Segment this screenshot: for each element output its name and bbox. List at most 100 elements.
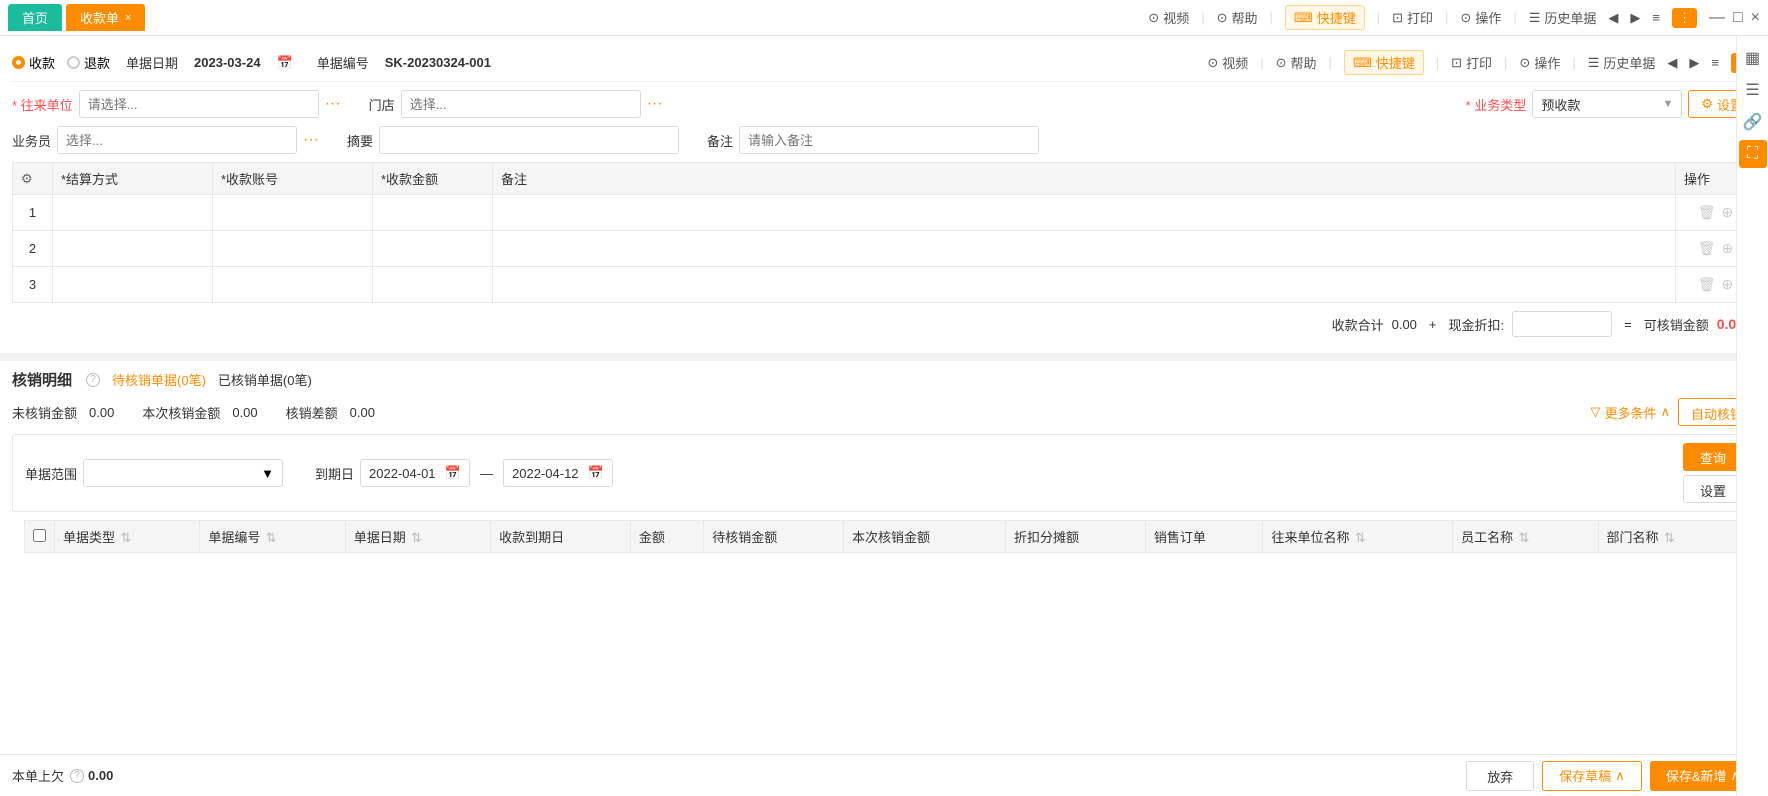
window-minimize-btn[interactable]: — bbox=[1709, 9, 1725, 27]
sort-date-icon[interactable]: ⇅ bbox=[411, 530, 422, 545]
toolbar-video[interactable]: ⊙ 视频 bbox=[1148, 8, 1189, 27]
toolbar-operation[interactable]: ⊙ 操作 bbox=[1460, 8, 1501, 27]
row-num-3: 3 bbox=[13, 267, 53, 303]
calendar-icon[interactable]: 📅 bbox=[277, 55, 293, 71]
row-copy-icon-1[interactable]: ⊕ bbox=[1722, 204, 1734, 221]
row-remark-1[interactable] bbox=[493, 195, 1676, 231]
table-settings-icon[interactable]: ⚙ bbox=[21, 171, 33, 186]
row-account-1[interactable] bbox=[213, 195, 373, 231]
shop-input[interactable] bbox=[401, 90, 641, 118]
date-to-input[interactable]: 2022-04-12 📅 bbox=[503, 459, 613, 487]
toolbar-help[interactable]: ⊙ 帮助 bbox=[1217, 8, 1258, 27]
radio-refund[interactable]: 退款 bbox=[67, 53, 110, 72]
toolbar-layout[interactable]: ≡ bbox=[1652, 10, 1660, 25]
col-header-settings[interactable]: ⚙ bbox=[13, 163, 53, 195]
verified-badge[interactable]: 已核销单据(0笔) bbox=[218, 370, 312, 389]
row-amount-1[interactable] bbox=[373, 195, 493, 231]
nav-home[interactable]: 首页 bbox=[8, 4, 62, 31]
save-draft-button[interactable]: 保存草稿 ∧ bbox=[1542, 761, 1642, 791]
more-conditions-btn[interactable]: ▽ 更多条件 ∧ bbox=[1590, 403, 1670, 422]
row-amount-3[interactable] bbox=[373, 267, 493, 303]
staff-input[interactable] bbox=[57, 126, 297, 154]
row-settle-3[interactable] bbox=[53, 267, 213, 303]
form-toolbar-history[interactable]: ☰ 历史单据 bbox=[1588, 53, 1656, 72]
abandon-button[interactable]: 放弃 bbox=[1466, 761, 1534, 791]
row-remark-2[interactable] bbox=[493, 231, 1676, 267]
shop-more-icon[interactable]: ··· bbox=[647, 95, 663, 113]
row-copy-icon-3[interactable]: ⊕ bbox=[1722, 276, 1734, 293]
row-account-3[interactable] bbox=[213, 267, 373, 303]
toolbar-prev[interactable]: ◀ bbox=[1608, 10, 1618, 26]
nav-tab-receipt[interactable]: 收款单 × bbox=[66, 4, 145, 31]
partner-more-icon[interactable]: ··· bbox=[325, 95, 341, 113]
footer-info: 本单上欠 ? 0.00 bbox=[12, 766, 113, 785]
query-button[interactable]: 查询 bbox=[1683, 443, 1743, 471]
date-from-input[interactable]: 2022-04-01 📅 bbox=[360, 459, 470, 487]
row-copy-icon-2[interactable]: ⊕ bbox=[1722, 240, 1734, 257]
window-close-btn[interactable]: × bbox=[1751, 9, 1760, 27]
right-panel-list-icon[interactable]: ☰ bbox=[1739, 76, 1767, 104]
radio-receipt[interactable]: 收款 bbox=[12, 53, 55, 72]
toolbar-next[interactable]: ▶ bbox=[1630, 10, 1640, 26]
biz-type-select[interactable]: 预收款 ▼ bbox=[1532, 90, 1682, 118]
row-delete-icon-1[interactable]: 🗑 bbox=[1698, 204, 1716, 221]
form-toolbar-shortcut[interactable]: ⌨ 快捷键 bbox=[1344, 50, 1424, 75]
row-amount-2[interactable] bbox=[373, 231, 493, 267]
plus-label: + bbox=[1429, 317, 1437, 332]
form-nav-prev[interactable]: ◀ bbox=[1667, 55, 1677, 71]
row-remark-3[interactable] bbox=[493, 267, 1676, 303]
date-label: 单据日期 bbox=[126, 53, 178, 72]
form-print-icon: ⊡ bbox=[1451, 55, 1462, 71]
staff-more-icon[interactable]: ··· bbox=[303, 131, 319, 149]
form-toolbar-print[interactable]: ⊡ 打印 bbox=[1451, 53, 1492, 72]
remark-input[interactable] bbox=[739, 126, 1039, 154]
sort-staff-icon[interactable]: ⇅ bbox=[1519, 530, 1530, 545]
filter-settings-button[interactable]: 设置 bbox=[1683, 475, 1743, 503]
settings-gear-icon: ⚙ bbox=[1701, 96, 1713, 112]
window-maximize-btn[interactable]: □ bbox=[1733, 9, 1743, 27]
sort-number-icon[interactable]: ⇅ bbox=[266, 530, 277, 545]
date-to-calendar-icon[interactable]: 📅 bbox=[588, 465, 604, 481]
current-verify-value: 0.00 bbox=[232, 405, 257, 420]
base-order-value: 0.00 bbox=[88, 768, 113, 783]
right-panel-link-icon[interactable]: 🔗 bbox=[1739, 108, 1767, 136]
right-panel-table-icon[interactable]: ▦ bbox=[1739, 44, 1767, 72]
sort-partner-icon[interactable]: ⇅ bbox=[1355, 530, 1366, 545]
form-nav-next[interactable]: ▶ bbox=[1689, 55, 1699, 71]
col-header-amount: 金额 bbox=[630, 521, 703, 553]
right-panel-screenshot-icon[interactable]: ⛶ bbox=[1739, 140, 1767, 168]
row-settle-1[interactable] bbox=[53, 195, 213, 231]
row-delete-icon-3[interactable]: 🗑 bbox=[1698, 276, 1716, 293]
range-select[interactable]: ▼ bbox=[83, 459, 283, 487]
pending-badge[interactable]: 待核销单据(0笔) bbox=[112, 370, 206, 389]
total-label: 收款合计 bbox=[1332, 315, 1384, 334]
verify-info-icon[interactable]: ? bbox=[86, 373, 100, 387]
partner-input[interactable] bbox=[79, 90, 319, 118]
form-toolbar-video[interactable]: ⊙ 视频 bbox=[1207, 53, 1248, 72]
date-from-calendar-icon[interactable]: 📅 bbox=[445, 465, 461, 481]
form-layout[interactable]: ≡ bbox=[1711, 55, 1719, 70]
form-toolbar-operation[interactable]: ⊙ 操作 bbox=[1519, 53, 1560, 72]
toolbar-print[interactable]: ⊡ 打印 bbox=[1392, 8, 1433, 27]
toolbar-history[interactable]: ☰ 历史单据 bbox=[1529, 8, 1597, 27]
sort-type-icon[interactable]: ⇅ bbox=[120, 530, 131, 545]
toolbar-more[interactable]: ⋮ bbox=[1672, 8, 1697, 28]
right-panel: ▦ ☰ 🔗 ⛶ bbox=[1736, 36, 1768, 796]
summary-input[interactable] bbox=[379, 126, 679, 154]
current-verify-label: 本次核销金额 bbox=[142, 403, 220, 422]
summary-field: 摘要 bbox=[347, 126, 679, 154]
sort-dept-icon[interactable]: ⇅ bbox=[1664, 530, 1675, 545]
col-header-date: 单据日期 ⇅ bbox=[345, 521, 490, 553]
discount-input[interactable] bbox=[1512, 311, 1612, 337]
more-conditions-chevron: ∧ bbox=[1660, 404, 1670, 420]
toolbar-shortcut[interactable]: ⌨ 快捷键 bbox=[1285, 5, 1365, 30]
row-delete-icon-2[interactable]: 🗑 bbox=[1698, 240, 1716, 257]
col-header-staff: 员工名称 ⇅ bbox=[1453, 521, 1598, 553]
form-row-1: 收款 退款 单据日期 2023-03-24 📅 单据编号 SK-20230324… bbox=[12, 44, 1756, 82]
nav-tab-close-icon[interactable]: × bbox=[125, 12, 131, 24]
base-order-info-icon[interactable]: ? bbox=[70, 769, 84, 783]
row-account-2[interactable] bbox=[213, 231, 373, 267]
form-toolbar-help[interactable]: ⊙ 帮助 bbox=[1276, 53, 1317, 72]
select-all-checkbox[interactable] bbox=[33, 529, 46, 542]
row-settle-2[interactable] bbox=[53, 231, 213, 267]
